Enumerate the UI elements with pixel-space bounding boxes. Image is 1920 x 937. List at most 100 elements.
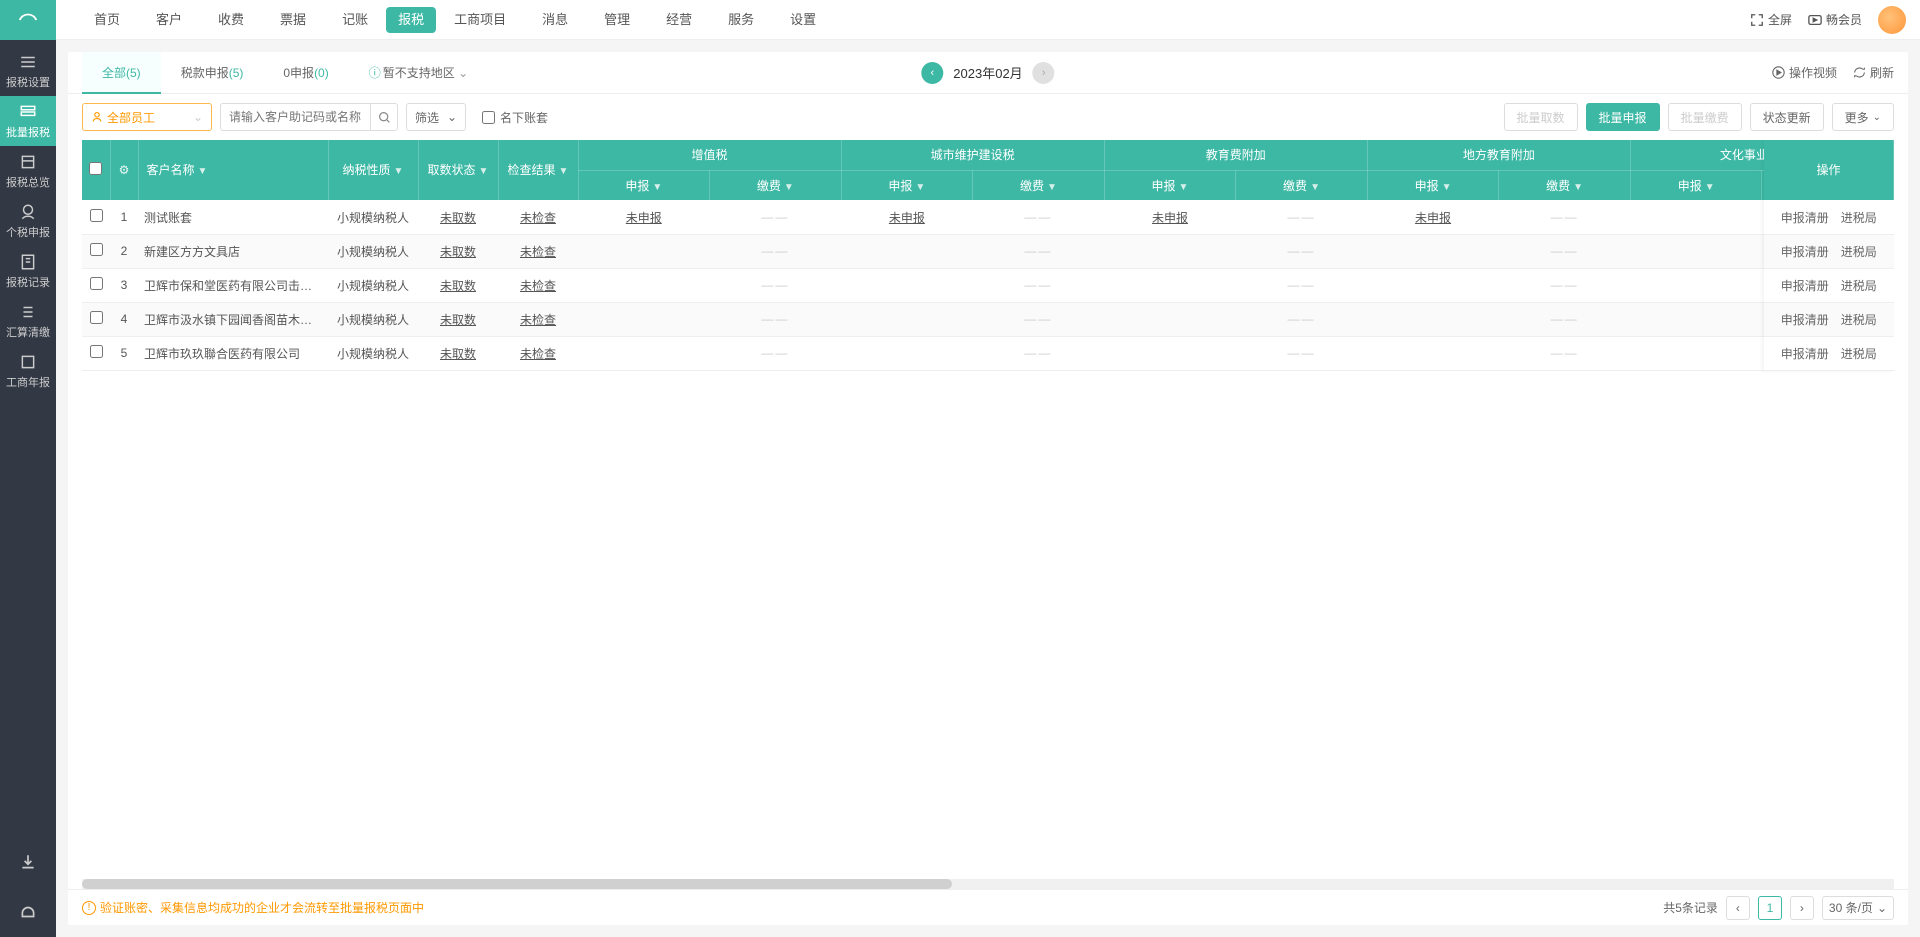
month-display[interactable]: 2023年02月: [953, 63, 1022, 82]
check-status-link[interactable]: 未检查: [520, 279, 556, 293]
th-pay[interactable]: 缴费: [1546, 179, 1570, 193]
row-checkbox[interactable]: [90, 209, 103, 222]
customer-name-cell[interactable]: 卫辉市汲水镇下园闻香阁苗木种植家庭...: [138, 302, 328, 336]
top-menu-item[interactable]: 服务: [710, 0, 772, 40]
sidebar-item[interactable]: 报税总览: [0, 146, 56, 196]
th-declare[interactable]: 申报: [1152, 179, 1176, 193]
select-all-checkbox[interactable]: [89, 162, 102, 175]
sidebar-item[interactable]: 批量报税: [0, 96, 56, 146]
pager-page-1[interactable]: 1: [1758, 896, 1782, 920]
avatar[interactable]: [1878, 6, 1906, 34]
top-menu-item[interactable]: 报税: [386, 7, 436, 33]
enter-bureau-link[interactable]: 进税局: [1841, 245, 1877, 259]
filter-icon[interactable]: ▼: [915, 182, 925, 193]
filter-icon[interactable]: ▼: [1573, 182, 1583, 193]
th-taxtype[interactable]: 纳税性质: [343, 163, 391, 177]
sidebar-item[interactable]: 工商年报: [0, 346, 56, 396]
top-menu-item[interactable]: 票据: [262, 0, 324, 40]
enter-bureau-link[interactable]: 进税局: [1841, 279, 1877, 293]
declare-list-link[interactable]: 申报清册: [1781, 245, 1829, 259]
search-button[interactable]: [370, 103, 398, 131]
month-next-button[interactable]: ›: [1033, 62, 1055, 84]
filter-icon[interactable]: ▼: [784, 182, 794, 193]
sidebar-item[interactable]: 报税记录: [0, 246, 56, 296]
th-pay[interactable]: 缴费: [1283, 179, 1307, 193]
top-menu-item[interactable]: 首页: [76, 0, 138, 40]
sidebar-item[interactable]: 个税申报: [0, 196, 56, 246]
sidebar-support[interactable]: [0, 887, 56, 937]
more-button[interactable]: 更多 ⌄: [1832, 103, 1894, 131]
fullscreen-button[interactable]: 全屏: [1750, 11, 1792, 28]
filter-icon[interactable]: ▼: [1310, 182, 1320, 193]
status-update-button[interactable]: 状态更新: [1750, 103, 1824, 131]
check-status-link[interactable]: 未检查: [520, 211, 556, 225]
top-menu-item[interactable]: 记账: [324, 0, 386, 40]
tab[interactable]: ⓘ暂不支持地区 ⌄: [349, 52, 488, 94]
scrollbar-thumb[interactable]: [82, 879, 952, 889]
filter-icon[interactable]: ▼: [652, 182, 662, 193]
filter-button[interactable]: 筛选 ⌄: [406, 103, 466, 131]
fetch-status-link[interactable]: 未取数: [440, 279, 476, 293]
fetch-status-link[interactable]: 未取数: [440, 347, 476, 361]
top-menu-item[interactable]: 消息: [524, 0, 586, 40]
top-menu-item[interactable]: 经营: [648, 0, 710, 40]
th-customer[interactable]: 客户名称: [147, 163, 195, 177]
th-declare[interactable]: 申报: [888, 179, 912, 193]
filter-icon[interactable]: ▼: [198, 166, 208, 177]
row-checkbox[interactable]: [90, 345, 103, 358]
row-checkbox[interactable]: [90, 243, 103, 256]
filter-icon[interactable]: ▼: [1047, 182, 1057, 193]
name-account-checkbox[interactable]: 名下账套: [482, 109, 548, 126]
filter-icon[interactable]: ▼: [1179, 182, 1189, 193]
filter-icon[interactable]: ▼: [394, 166, 404, 177]
declare-list-link[interactable]: 申报清册: [1781, 347, 1829, 361]
tutorial-video-button[interactable]: 操作视频: [1772, 64, 1837, 81]
gear-icon[interactable]: ⚙: [119, 163, 130, 177]
row-checkbox[interactable]: [90, 277, 103, 290]
tab[interactable]: 税款申报(5): [161, 52, 264, 94]
horizontal-scrollbar[interactable]: [82, 879, 1894, 889]
sidebar-item[interactable]: 汇算清缴: [0, 296, 56, 346]
th-pay[interactable]: 缴费: [757, 179, 781, 193]
fetch-status-link[interactable]: 未取数: [440, 245, 476, 259]
batch-fetch-button[interactable]: 批量取数: [1504, 103, 1578, 131]
row-checkbox[interactable]: [90, 311, 103, 324]
declare-link[interactable]: 未申报: [889, 211, 925, 225]
declare-list-link[interactable]: 申报清册: [1781, 211, 1829, 225]
member-button[interactable]: 畅会员: [1808, 11, 1862, 28]
pager-prev[interactable]: ‹: [1726, 896, 1750, 920]
pager-next[interactable]: ›: [1790, 896, 1814, 920]
customer-name-cell[interactable]: 新建区方方文具店: [138, 234, 328, 268]
staff-select[interactable]: 全部员工 ⌄: [82, 103, 212, 131]
enter-bureau-link[interactable]: 进税局: [1841, 211, 1877, 225]
filter-icon[interactable]: ▼: [479, 166, 489, 177]
app-logo[interactable]: [0, 0, 56, 40]
declare-link[interactable]: 未申报: [1415, 211, 1451, 225]
top-menu-item[interactable]: 设置: [772, 0, 834, 40]
page-size-select[interactable]: 30 条/页 ⌄: [1822, 896, 1894, 920]
check-status-link[interactable]: 未检查: [520, 347, 556, 361]
customer-name-cell[interactable]: 测试账套: [138, 200, 328, 234]
tab[interactable]: 0申报(0): [263, 52, 348, 94]
check-status-link[interactable]: 未检查: [520, 313, 556, 327]
customer-name-cell[interactable]: 卫辉市保和堂医药有限公司击磐路店: [138, 268, 328, 302]
th-declare[interactable]: 申报: [625, 179, 649, 193]
th-declare[interactable]: 申报: [1678, 179, 1702, 193]
fetch-status-link[interactable]: 未取数: [440, 313, 476, 327]
customer-name-cell[interactable]: 卫辉市玖玖聯合医药有限公司: [138, 336, 328, 370]
name-account-checkbox-input[interactable]: [482, 111, 495, 124]
sidebar-download[interactable]: [0, 837, 56, 887]
declare-list-link[interactable]: 申报清册: [1781, 279, 1829, 293]
filter-icon[interactable]: ▼: [1705, 182, 1715, 193]
month-prev-button[interactable]: ‹: [921, 62, 943, 84]
search-input[interactable]: [220, 103, 370, 131]
enter-bureau-link[interactable]: 进税局: [1841, 347, 1877, 361]
enter-bureau-link[interactable]: 进税局: [1841, 313, 1877, 327]
filter-icon[interactable]: ▼: [1442, 182, 1452, 193]
top-menu-item[interactable]: 客户: [138, 0, 200, 40]
top-menu-item[interactable]: 收费: [200, 0, 262, 40]
th-pay[interactable]: 缴费: [1020, 179, 1044, 193]
batch-pay-button[interactable]: 批量缴费: [1668, 103, 1742, 131]
th-declare[interactable]: 申报: [1415, 179, 1439, 193]
top-menu-item[interactable]: 工商项目: [436, 0, 524, 40]
